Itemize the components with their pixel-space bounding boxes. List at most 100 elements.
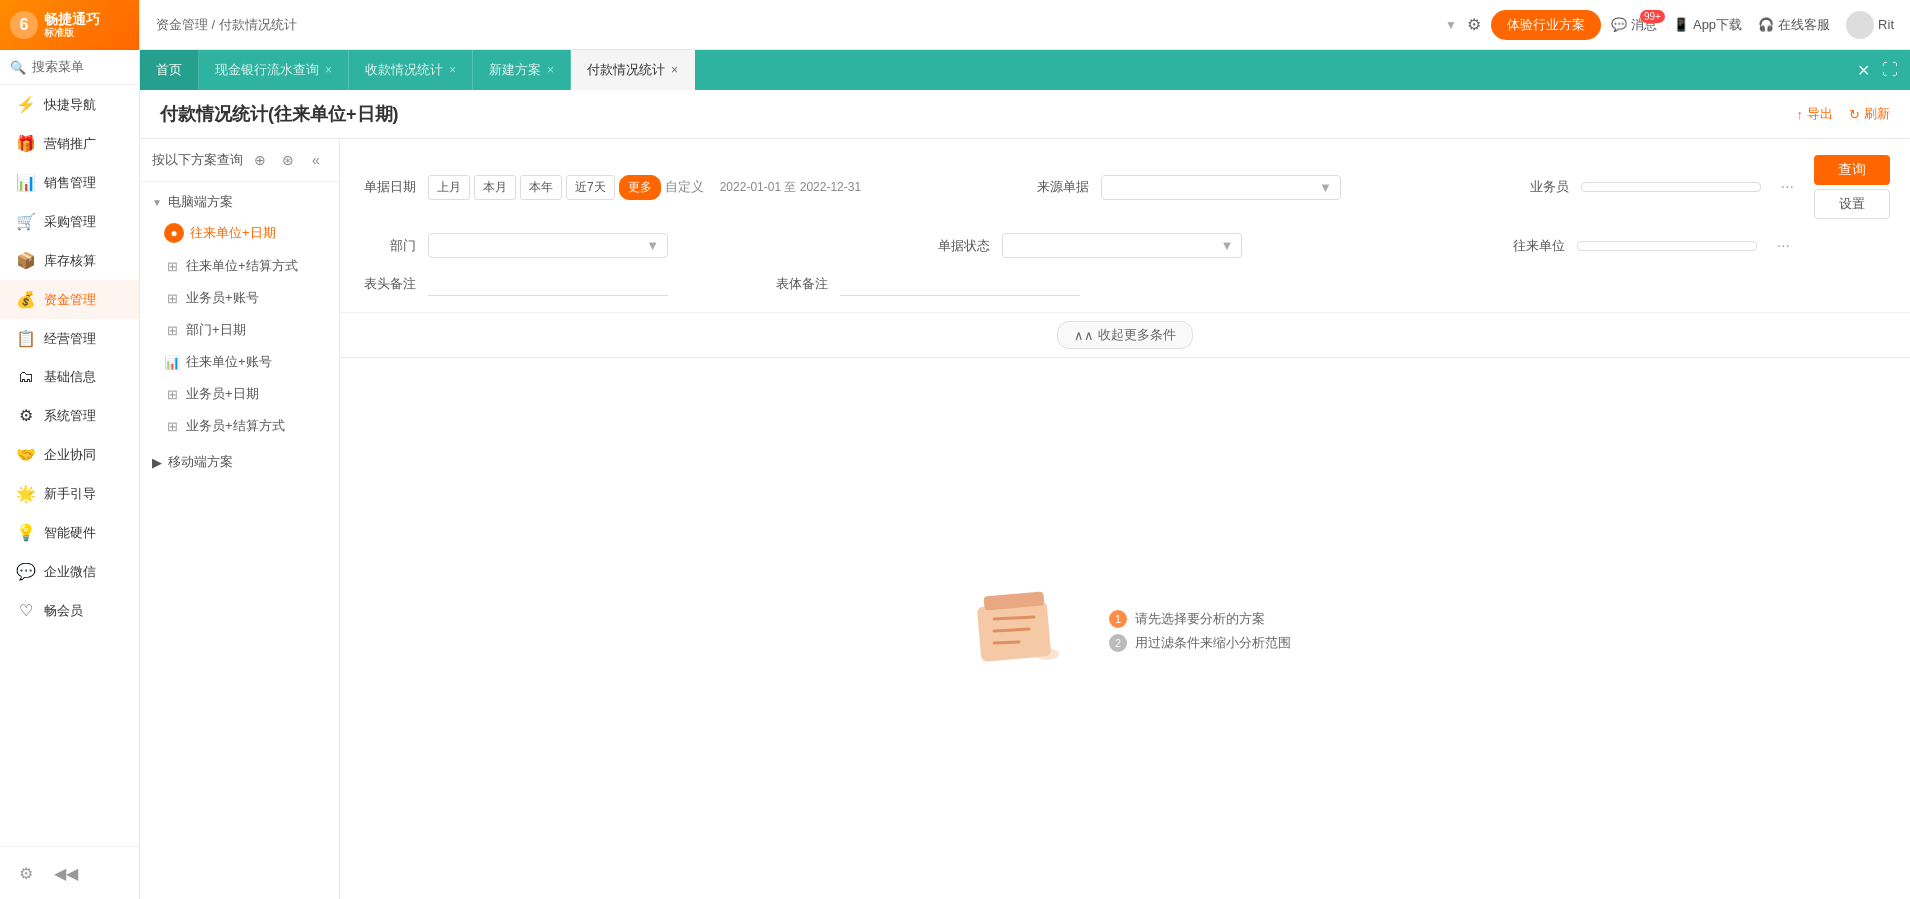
gear-icon[interactable]: ⚙ — [1467, 15, 1481, 34]
date-more-btn[interactable]: 更多 — [619, 175, 661, 200]
schema-staff-settle[interactable]: ⊞ 业务员+结算方式 — [140, 410, 339, 442]
date-label: 单据日期 — [360, 178, 416, 196]
collapse-left-btn[interactable]: « — [305, 149, 327, 171]
chevron-up-icon: ∧∧ — [1074, 328, 1094, 343]
tab-home[interactable]: 首页 — [140, 50, 199, 90]
sidebar-search[interactable]: 🔍 搜索菜单 — [0, 50, 139, 85]
page-content: 付款情况统计(往来单位+日期) ↑ 导出 ↻ 刷新 按以下方案查询 ⊕ — [140, 90, 1910, 899]
logo-text: 畅捷通巧 标准版 — [44, 11, 100, 40]
settings-footer-btn[interactable]: ⚙ — [10, 857, 42, 889]
schema-dept-date[interactable]: ⊞ 部门+日期 — [140, 314, 339, 346]
collapse-button[interactable]: ∧∧ 收起更多条件 — [1057, 321, 1193, 349]
sidebar-item-hardware[interactable]: 💡 智能硬件 — [0, 513, 139, 552]
unit-dots[interactable]: ··· — [1777, 237, 1790, 255]
staff-select — [1581, 182, 1761, 192]
query-button[interactable]: 查询 — [1814, 155, 1890, 185]
step-number-2: 2 — [1109, 634, 1127, 652]
svg-point-5 — [1035, 648, 1059, 660]
sidebar-item-inventory[interactable]: 📦 库存核算 — [0, 241, 139, 280]
date-this-year-btn[interactable]: 本年 — [520, 175, 562, 200]
schema-unit-account[interactable]: 📊 往来单位+账号 — [140, 346, 339, 378]
page-title: 付款情况统计(往来单位+日期) — [160, 102, 399, 126]
sidebar-item-guide[interactable]: 🌟 新手引导 — [0, 474, 139, 513]
schema-unit-date[interactable]: ● 往来单位+日期 — [140, 216, 339, 250]
date-last-month-btn[interactable]: 上月 — [428, 175, 470, 200]
date-range-display: 2022-01-01 至 2022-12-31 — [720, 179, 861, 196]
header-actions: 💬 消息 99+ 📱 App下载 🎧 在线客服 Rit — [1611, 11, 1894, 39]
svg-line-2 — [994, 617, 1034, 619]
tab-receipt[interactable]: 收款情况统计 × — [349, 50, 473, 90]
svg-line-3 — [994, 629, 1029, 631]
dept-select[interactable]: ▼ — [428, 233, 668, 258]
note-body-input[interactable] — [840, 272, 1080, 296]
online-service-btn[interactable]: 🎧 在线客服 — [1758, 16, 1830, 34]
tab-new-plan[interactable]: 新建方案 × — [473, 50, 571, 90]
empty-step-1: 1 请先选择要分析的方案 — [1109, 610, 1291, 628]
system-icon: ⚙ — [16, 406, 36, 425]
user-menu-btn[interactable]: Rit — [1846, 11, 1894, 39]
tab-close-payment[interactable]: × — [671, 63, 678, 77]
sidebar-item-sales[interactable]: 📊 销售管理 — [0, 163, 139, 202]
inventory-icon: 📦 — [16, 251, 36, 270]
maximize-btn[interactable]: ⛶ — [1878, 57, 1902, 83]
sidebar-item-system[interactable]: ⚙ 系统管理 — [0, 396, 139, 435]
sidebar-item-purchase[interactable]: 🛒 采购管理 — [0, 202, 139, 241]
sidebar-item-wechat[interactable]: 💬 企业微信 — [0, 552, 139, 591]
empty-steps: 1 请先选择要分析的方案 2 用过滤条件来缩小分析范围 — [1109, 610, 1291, 652]
step-number-1: 1 — [1109, 610, 1127, 628]
sidebar-item-shortcut[interactable]: ⚡ 快捷导航 — [0, 85, 139, 124]
sidebar-item-finance[interactable]: 💰 资金管理 — [0, 280, 139, 319]
filter-row-notes: 表头备注 表体备注 — [360, 272, 1890, 296]
empty-state-svg — [959, 579, 1079, 679]
chevron-down-icon[interactable]: ▼ — [1445, 18, 1457, 32]
grid-icon-4: ⊞ — [164, 386, 180, 402]
chart-icon-1: 📊 — [164, 354, 180, 370]
doc-status-select[interactable]: ▼ — [1002, 233, 1242, 258]
source-select[interactable]: ▼ — [1101, 175, 1341, 200]
sidebar-item-collab[interactable]: 🤝 企业协同 — [0, 435, 139, 474]
add-schema-btn[interactable]: ⊕ — [249, 149, 271, 171]
schema-settings-btn[interactable]: ⊛ — [277, 149, 299, 171]
date-this-month-btn[interactable]: 本月 — [474, 175, 516, 200]
tab-close-receipt[interactable]: × — [449, 63, 456, 77]
schema-staff-date[interactable]: ⊞ 业务员+日期 — [140, 378, 339, 410]
tab-bank[interactable]: 现金银行流水查询 × — [199, 50, 349, 90]
sidebar-item-business[interactable]: 📋 经营管理 — [0, 319, 139, 358]
shortcut-icon: ⚡ — [16, 95, 36, 114]
sidebar-item-marketing[interactable]: 🎁 营销推广 — [0, 124, 139, 163]
left-panel: 按以下方案查询 ⊕ ⊛ « ▼ 电脑端方案 ● 往来单位+日期 — [140, 139, 340, 899]
schema-staff-account[interactable]: ⊞ 业务员+账号 — [140, 282, 339, 314]
collapse-sidebar-btn[interactable]: ◀◀ — [50, 857, 82, 889]
staff-label: 业务员 — [1513, 178, 1569, 196]
tab-close-bank[interactable]: × — [325, 63, 332, 77]
refresh-button[interactable]: ↻ 刷新 — [1849, 105, 1890, 123]
export-icon: ↑ — [1797, 107, 1804, 122]
note-header-input[interactable] — [428, 272, 668, 296]
sidebar-nav: ⚡ 快捷导航 🎁 营销推广 📊 销售管理 🛒 采购管理 📦 库存核算 💰 资金管… — [0, 85, 139, 846]
grid-icon-5: ⊞ — [164, 418, 180, 434]
schema-unit-settle[interactable]: ⊞ 往来单位+结算方式 — [140, 250, 339, 282]
sidebar-item-basic[interactable]: 🗂 基础信息 — [0, 358, 139, 396]
arrow-down-icon: ▼ — [152, 197, 162, 208]
empty-step-2: 2 用过滤条件来缩小分析范围 — [1109, 634, 1291, 652]
filter-row-date: 单据日期 上月 本月 本年 近7天 更多 自定义 2022-01-01 至 20… — [360, 155, 1890, 219]
left-panel-header: 按以下方案查询 ⊕ ⊛ « — [140, 139, 339, 182]
desktop-group-header[interactable]: ▼ 电脑端方案 — [140, 188, 339, 216]
close-all-tabs-btn[interactable]: ✕ — [1853, 57, 1874, 84]
sidebar-item-vip[interactable]: ♡ 畅会员 — [0, 591, 139, 630]
settings-button[interactable]: 设置 — [1814, 189, 1890, 219]
desktop-schema-group: ▼ 电脑端方案 ● 往来单位+日期 ⊞ 往来单位+结算方式 ⊞ 业务员+账号 — [140, 182, 339, 448]
staff-dots[interactable]: ··· — [1781, 178, 1794, 196]
note-header-label: 表头备注 — [360, 275, 416, 293]
date-custom-btn[interactable]: 自定义 — [665, 178, 704, 196]
tab-close-new-plan[interactable]: × — [547, 63, 554, 77]
main-area: 资金管理 / 付款情况统计 ▼ ⚙ 体验行业方案 💬 消息 99+ 📱 App下… — [140, 0, 1910, 899]
tab-payment[interactable]: 付款情况统计 × — [571, 50, 695, 90]
app-download-btn[interactable]: 📱 App下载 — [1673, 16, 1742, 34]
export-button[interactable]: ↑ 导出 — [1797, 105, 1834, 123]
mobile-group-header[interactable]: ▶ 移动端方案 — [140, 448, 339, 476]
messages-btn[interactable]: 💬 消息 99+ — [1611, 16, 1657, 34]
date-last-7-days-btn[interactable]: 近7天 — [566, 175, 615, 200]
trial-button[interactable]: 体验行业方案 — [1491, 10, 1601, 40]
grid-icon-3: ⊞ — [164, 322, 180, 338]
